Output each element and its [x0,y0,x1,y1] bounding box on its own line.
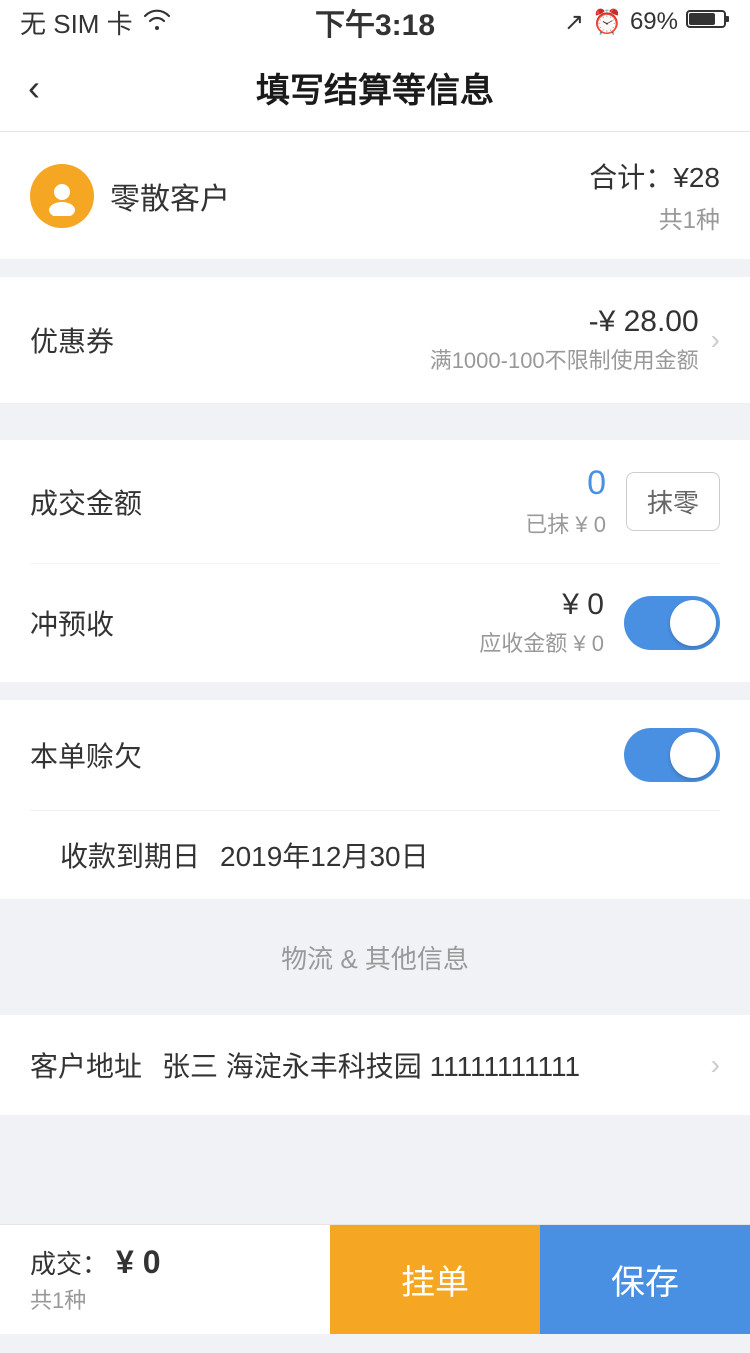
customer-right: 合计：¥28 共1种 [589,156,720,235]
deal-amount-row: 成交金额 0 已抹 ¥ 0 抹零 [30,440,720,564]
deal-amount-sub: 已抹 ¥ 0 [525,507,606,539]
address-chevron-icon: › [711,1049,720,1081]
due-date-value: 2019年12月30日 [220,835,429,875]
wifi-icon [143,8,171,36]
debt-toggle[interactable] [624,728,720,782]
avatar [30,164,94,228]
toggle-knob [670,600,716,646]
debt-toggle-knob [670,732,716,778]
customer-row: 零散客户 合计：¥28 共1种 [0,132,750,259]
deal-amount-wrap: 0 已抹 ¥ 0 [525,464,606,539]
status-right: ↗ ⏰ 69% [564,8,730,37]
prepaid-sub: 应收金额 ¥ 0 [479,626,604,658]
debt-label: 本单赊欠 [30,735,142,775]
logistics-header: 物流 & 其他信息 [0,917,750,997]
coupon-desc: 满1000-100不限制使用金额 [430,343,699,375]
total-amount: 合计：¥28 [589,156,720,196]
due-date-label: 收款到期日 [60,835,200,875]
coupon-chevron-icon: › [711,324,720,356]
address-section[interactable]: 客户地址 张三 海淀永丰科技园 11111111111 › [0,1015,750,1115]
due-date-row: 收款到期日 2019年12月30日 [30,810,720,899]
hold-button-label: 挂单 [401,1255,469,1304]
page-title: 填写结算等信息 [256,63,494,112]
bottom-info: 成交： ¥ 0 共1种 [0,1225,330,1334]
nav-bar: ‹ 填写结算等信息 [0,44,750,132]
customer-name: 零散客户 [110,174,230,218]
total-count: 共1种 [589,200,720,235]
deal-amount-label: 成交金额 [30,482,142,522]
hold-button[interactable]: 挂单 [330,1225,540,1334]
status-left: 无 SIM 卡 [20,4,171,41]
debt-section: 本单赊欠 收款到期日 2019年12月30日 [0,700,750,899]
bottom-bar: 成交： ¥ 0 共1种 挂单 保存 [0,1224,750,1334]
battery-percent: 69% [630,8,678,36]
section-divider [0,422,750,440]
coupon-row[interactable]: 优惠券 -¥ 28.00 满1000-100不限制使用金额 › [0,277,750,404]
prepaid-wrap: ¥ 0 应收金额 ¥ 0 [479,588,604,658]
customer-left: 零散客户 [30,164,230,228]
coupon-info: -¥ 28.00 满1000-100不限制使用金额 [430,305,699,375]
coupon-section[interactable]: 优惠券 -¥ 28.00 满1000-100不限制使用金额 › [0,277,750,404]
coupon-label: 优惠券 [30,320,114,360]
battery-icon [686,8,730,37]
section-divider-2 [0,682,750,700]
bottom-deal-amount: ¥ 0 [116,1244,160,1281]
save-button-label: 保存 [611,1255,679,1304]
deal-amount-right: 0 已抹 ¥ 0 抹零 [525,464,720,539]
no-sim-label: 无 SIM 卡 [20,4,133,41]
amount-section: 成交金额 0 已抹 ¥ 0 抹零 冲预收 ¥ 0 应收金额 ¥ 0 [0,440,750,682]
bottom-deal-row: 成交： ¥ 0 [30,1244,300,1281]
prepaid-label: 冲预收 [30,603,114,643]
address-row[interactable]: 客户地址 张三 海淀永丰科技园 11111111111 › [0,1015,750,1115]
alarm-icon: ⏰ [592,8,622,37]
round-off-button[interactable]: 抹零 [626,472,720,531]
prepaid-right: ¥ 0 应收金额 ¥ 0 [479,588,720,658]
coupon-discount: -¥ 28.00 [430,305,699,339]
prepaid-value: ¥ 0 [479,588,604,622]
logistics-title: 物流 & 其他信息 [281,939,469,976]
debt-row: 本单赊欠 [30,700,720,810]
coupon-right: -¥ 28.00 满1000-100不限制使用金额 › [430,305,720,375]
section-divider-4 [0,997,750,1015]
section-divider-3 [0,899,750,917]
bottom-deal-label: 成交： [30,1244,108,1281]
bottom-count: 共1种 [30,1283,300,1315]
address-label: 客户地址 [30,1045,142,1085]
location-icon: ↗ [564,8,584,37]
deal-amount-value: 0 [525,464,606,503]
address-value: 张三 海淀永丰科技园 11111111111 [162,1045,711,1085]
back-button[interactable]: ‹ [28,67,40,109]
prepaid-row: 冲预收 ¥ 0 应收金额 ¥ 0 [30,564,720,682]
status-time: 下午3:18 [315,0,435,44]
status-bar: 无 SIM 卡 下午3:18 ↗ ⏰ 69% [0,0,750,44]
customer-section: 零散客户 合计：¥28 共1种 [0,132,750,259]
prepaid-toggle[interactable] [624,596,720,650]
save-button[interactable]: 保存 [540,1225,750,1334]
